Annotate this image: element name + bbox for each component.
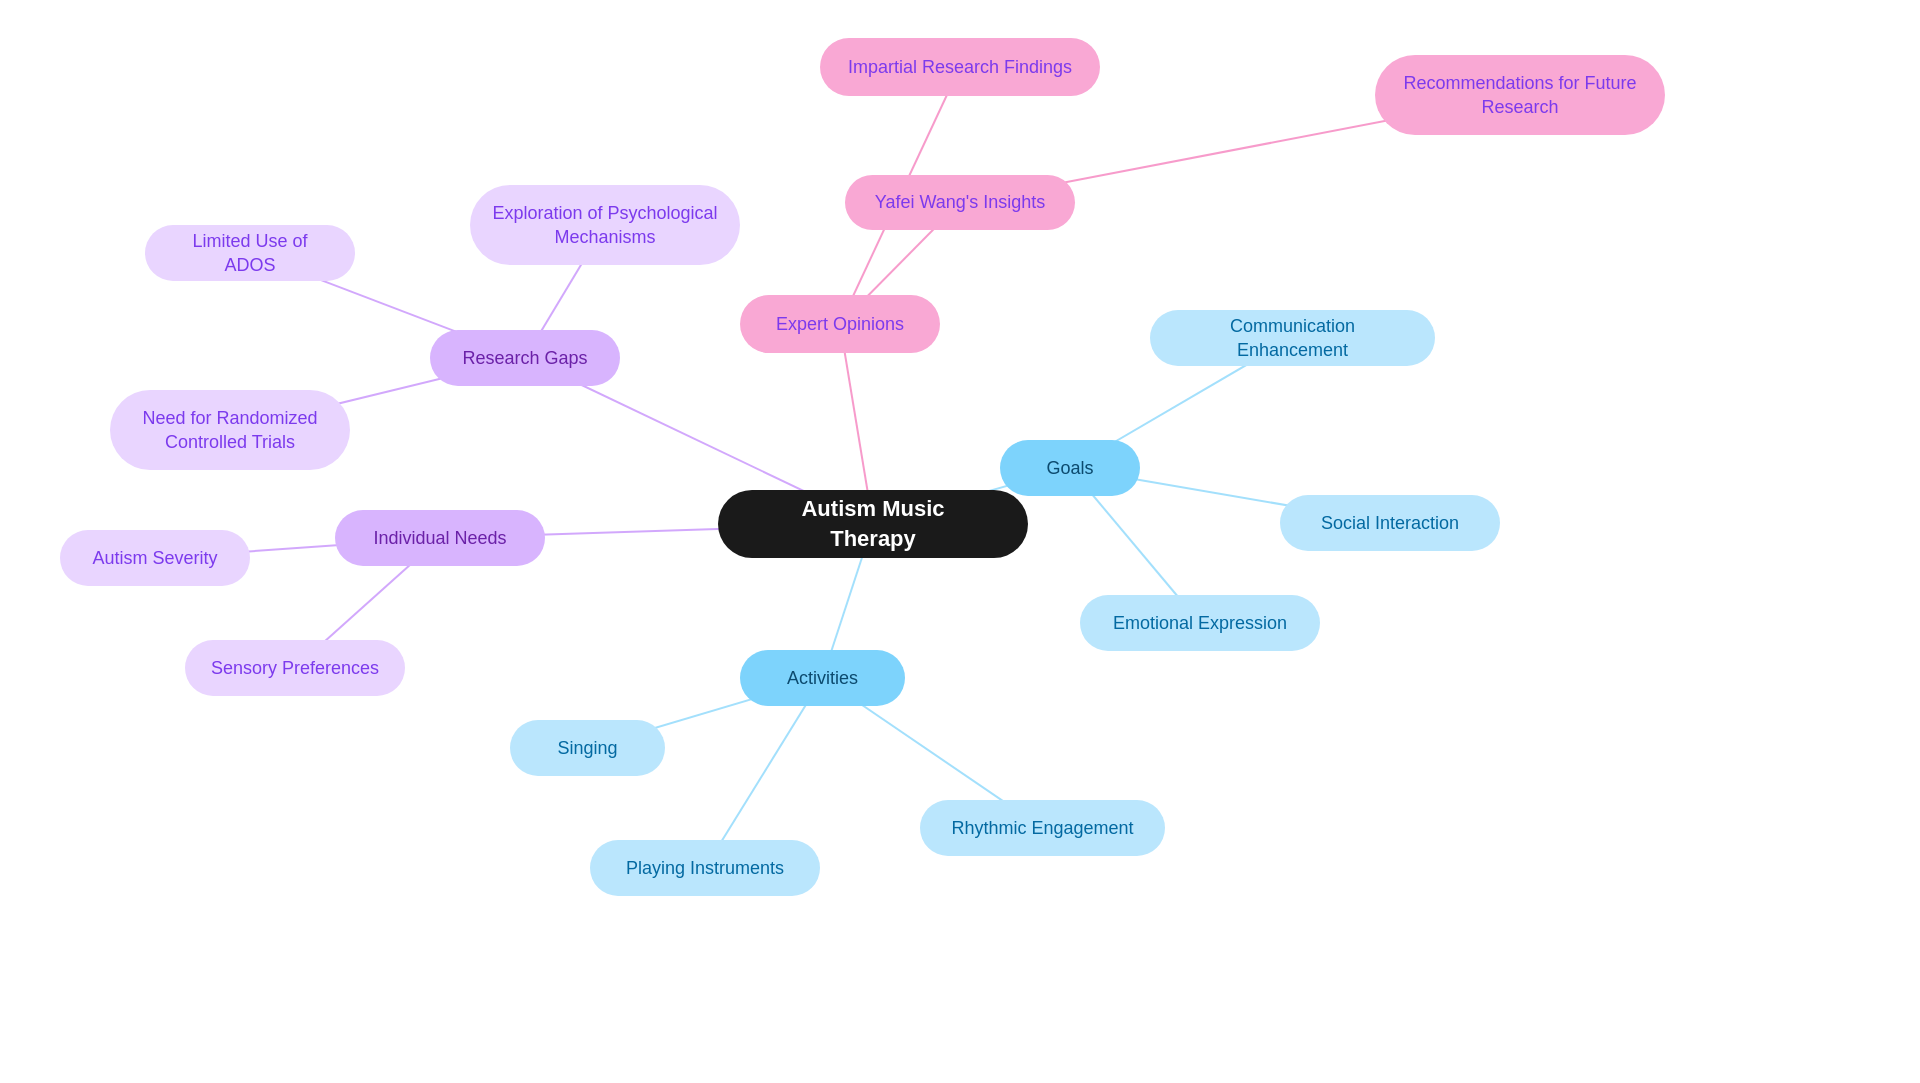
center-node: Autism Music Therapy [718, 490, 1028, 558]
randomized-trials-node: Need for Randomized Controlled Trials [110, 390, 350, 470]
activities-node: Activities [740, 650, 905, 706]
rhythmic-engagement-node: Rhythmic Engagement [920, 800, 1165, 856]
recommendations-node: Recommendations for Future Research [1375, 55, 1665, 135]
exploration-psych-node: Exploration of Psychological Mechanisms [470, 185, 740, 265]
expert-opinions-node: Expert Opinions [740, 295, 940, 353]
sensory-preferences-node: Sensory Preferences [185, 640, 405, 696]
playing-instruments-node: Playing Instruments [590, 840, 820, 896]
emotional-expression-node: Emotional Expression [1080, 595, 1320, 651]
limited-ados-node: Limited Use of ADOS [145, 225, 355, 281]
impartial-node: Impartial Research Findings [820, 38, 1100, 96]
goals-node: Goals [1000, 440, 1140, 496]
autism-severity-node: Autism Severity [60, 530, 250, 586]
yafei-node: Yafei Wang's Insights [845, 175, 1075, 230]
research-gaps-node: Research Gaps [430, 330, 620, 386]
singing-node: Singing [510, 720, 665, 776]
social-interaction-node: Social Interaction [1280, 495, 1500, 551]
individual-needs-node: Individual Needs [335, 510, 545, 566]
communication-enhancement-node: Communication Enhancement [1150, 310, 1435, 366]
